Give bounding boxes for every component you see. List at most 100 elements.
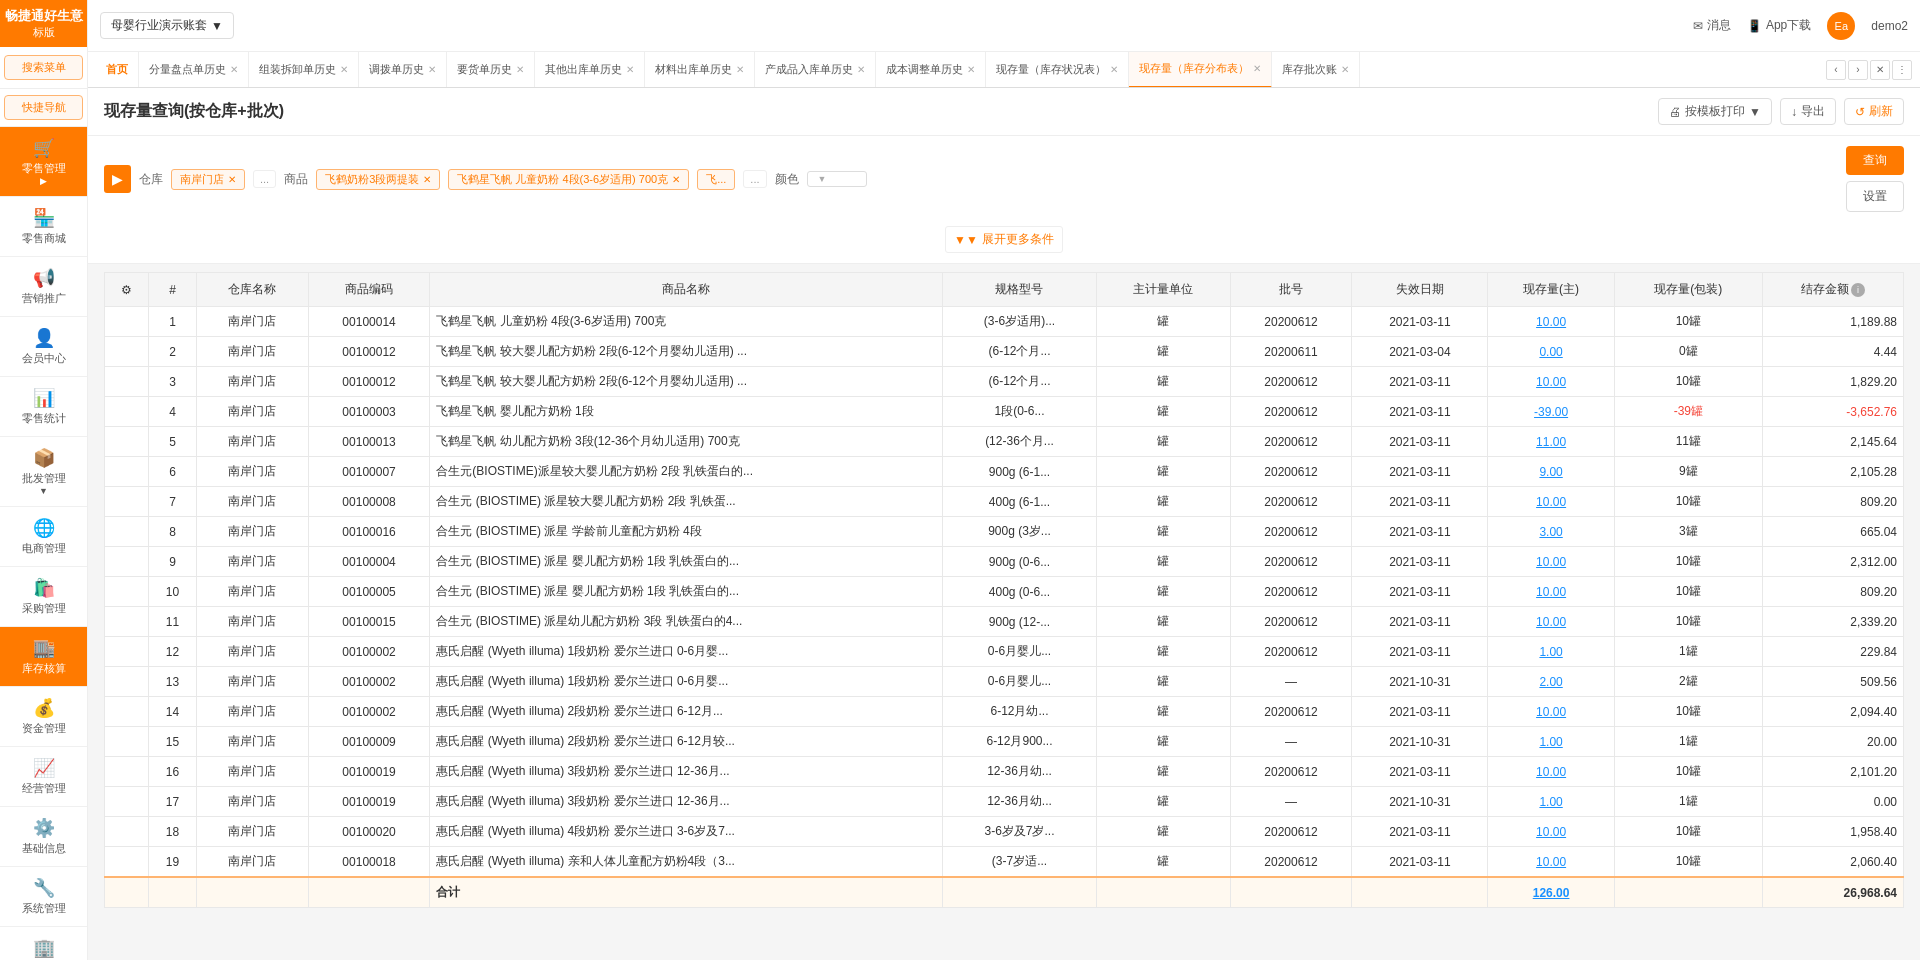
tab-inventory-status[interactable]: 现存量（库存状况表） ✕ bbox=[986, 52, 1129, 88]
row-settings bbox=[105, 517, 149, 547]
row-spec: 900g (12-... bbox=[942, 607, 1096, 637]
tab-request-close-icon[interactable]: ✕ bbox=[516, 64, 524, 75]
row-qty[interactable]: 9.00 bbox=[1488, 457, 1614, 487]
tab-split-close-icon[interactable]: ✕ bbox=[230, 64, 238, 75]
tab-batch-bill-close-icon[interactable]: ✕ bbox=[1341, 64, 1349, 75]
tab-product-in[interactable]: 产成品入库单历史 ✕ bbox=[755, 52, 876, 88]
row-amount: 2,101.20 bbox=[1762, 757, 1903, 787]
row-qty[interactable]: 10.00 bbox=[1488, 607, 1614, 637]
row-qty[interactable]: 10.00 bbox=[1488, 757, 1614, 787]
goods-tag-2-remove-icon[interactable]: ✕ bbox=[672, 174, 680, 185]
tab-inv-status-close-icon[interactable]: ✕ bbox=[1110, 64, 1118, 75]
query-button[interactable]: 查询 bbox=[1846, 146, 1904, 175]
filter-ellipsis[interactable]: ... bbox=[253, 170, 276, 188]
tab-split-inventory[interactable]: 分量盘点单历史 ✕ bbox=[139, 52, 249, 88]
goods-tag-1-remove-icon[interactable]: ✕ bbox=[423, 174, 431, 185]
sidebar-item-operations[interactable]: 📈 经营管理 bbox=[0, 747, 87, 807]
row-qty[interactable]: 10.00 bbox=[1488, 367, 1614, 397]
user-avatar[interactable]: Ea bbox=[1827, 12, 1855, 40]
row-qty[interactable]: 1.00 bbox=[1488, 727, 1614, 757]
quick-nav-button[interactable]: 快捷导航 bbox=[4, 95, 83, 120]
tab-material-close-icon[interactable]: ✕ bbox=[736, 64, 744, 75]
color-select-box[interactable]: ▼ bbox=[807, 171, 867, 187]
row-qty[interactable]: 1.00 bbox=[1488, 787, 1614, 817]
sidebar-item-system[interactable]: 🔧 系统管理 bbox=[0, 867, 87, 927]
export-button[interactable]: ↓ 导出 bbox=[1780, 98, 1836, 125]
row-qty[interactable]: 0.00 bbox=[1488, 337, 1614, 367]
tab-disassemble[interactable]: 组装拆卸单历史 ✕ bbox=[249, 52, 359, 88]
sidebar-item-marketing[interactable]: 📢 营销推广 bbox=[0, 257, 87, 317]
sidebar-item-batch[interactable]: 📦 批发管理 ▼ bbox=[0, 437, 87, 507]
row-qty[interactable]: 10.00 bbox=[1488, 847, 1614, 878]
message-button[interactable]: ✉ 消息 bbox=[1693, 17, 1731, 34]
sidebar-item-retail-shop[interactable]: 🏪 零售商城 bbox=[0, 197, 87, 257]
row-qty[interactable]: 10.00 bbox=[1488, 487, 1614, 517]
tab-other-out[interactable]: 其他出库单历史 ✕ bbox=[535, 52, 645, 88]
print-button[interactable]: 🖨 按模板打印 ▼ bbox=[1658, 98, 1772, 125]
row-qty[interactable]: 10.00 bbox=[1488, 547, 1614, 577]
warehouse-tag-remove-icon[interactable]: ✕ bbox=[228, 174, 236, 185]
row-name: 合生元 (BIOSTIME) 派星幼儿配方奶粉 3段 乳铁蛋白的4... bbox=[430, 607, 942, 637]
tab-home[interactable]: 首页 bbox=[96, 52, 139, 88]
sidebar-item-finance[interactable]: 💰 资金管理 bbox=[0, 687, 87, 747]
goods-ellipsis[interactable]: ... bbox=[743, 170, 766, 188]
warehouse-filter-tag[interactable]: 南岸门店 ✕ bbox=[171, 169, 245, 190]
goods-filter-tag-2[interactable]: 飞鹤星飞帆 儿童奶粉 4段(3-6岁适用) 700克 ✕ bbox=[448, 169, 689, 190]
tab-prev-button[interactable]: ‹ bbox=[1826, 60, 1846, 80]
tab-search-close-icon[interactable]: ✕ bbox=[428, 64, 436, 75]
amount-info-icon[interactable]: i bbox=[1851, 283, 1865, 297]
tab-close-all-button[interactable]: ✕ bbox=[1870, 60, 1890, 80]
row-qty[interactable]: 2.00 bbox=[1488, 667, 1614, 697]
settings-icon[interactable]: ⚙ bbox=[121, 283, 132, 297]
sidebar-item-retail[interactable]: 🛒 零售管理 ▶ bbox=[0, 127, 87, 197]
sidebar-item-enterprise[interactable]: 🏢 企业协同 bbox=[0, 927, 87, 960]
row-pkg: 10罐 bbox=[1614, 607, 1762, 637]
settings-button[interactable]: 设置 bbox=[1846, 181, 1904, 212]
tab-next-button[interactable]: › bbox=[1848, 60, 1868, 80]
expand-more-button[interactable]: ▼▼ 展开更多条件 bbox=[945, 226, 1063, 253]
row-qty[interactable]: 3.00 bbox=[1488, 517, 1614, 547]
row-qty[interactable]: -39.00 bbox=[1488, 397, 1614, 427]
sidebar-item-ecommerce[interactable]: 🌐 电商管理 bbox=[0, 507, 87, 567]
tab-request-order[interactable]: 要货单历史 ✕ bbox=[447, 52, 535, 88]
row-expire: 2021-03-11 bbox=[1352, 757, 1488, 787]
refresh-button[interactable]: ↺ 刷新 bbox=[1844, 98, 1904, 125]
tab-disassemble-close-icon[interactable]: ✕ bbox=[340, 64, 348, 75]
account-dropdown[interactable]: 母婴行业演示账套 ▼ bbox=[100, 12, 234, 39]
tab-menu-button[interactable]: ⋮ bbox=[1892, 60, 1912, 80]
app-download-button[interactable]: 📱 App下载 bbox=[1747, 17, 1811, 34]
row-qty[interactable]: 10.00 bbox=[1488, 577, 1614, 607]
sidebar-item-member[interactable]: 👤 会员中心 bbox=[0, 317, 87, 377]
row-unit: 罐 bbox=[1097, 307, 1231, 337]
sidebar-item-basic[interactable]: ⚙️ 基础信息 bbox=[0, 807, 87, 867]
tab-cost-adjust-label: 成本调整单历史 bbox=[886, 62, 963, 77]
username: demo2 bbox=[1871, 19, 1908, 33]
retail-icon: 🛒 bbox=[33, 137, 55, 159]
row-qty[interactable]: 10.00 bbox=[1488, 817, 1614, 847]
row-qty[interactable]: 1.00 bbox=[1488, 637, 1614, 667]
goods-filter-tag-more[interactable]: 飞... bbox=[697, 169, 735, 190]
tab-product-in-close-icon[interactable]: ✕ bbox=[857, 64, 865, 75]
goods-filter-tag-1[interactable]: 飞鹤奶粉3段两提装 ✕ bbox=[316, 169, 440, 190]
filter-toggle-button[interactable]: ▶ bbox=[104, 165, 131, 193]
row-qty[interactable]: 10.00 bbox=[1488, 697, 1614, 727]
tab-search-order[interactable]: 调拨单历史 ✕ bbox=[359, 52, 447, 88]
print-arrow-icon: ▼ bbox=[1749, 105, 1761, 119]
row-qty[interactable]: 10.00 bbox=[1488, 307, 1614, 337]
tab-inv-dist-close-icon[interactable]: ✕ bbox=[1253, 63, 1261, 74]
tab-other-out-close-icon[interactable]: ✕ bbox=[626, 64, 634, 75]
sidebar-item-purchase[interactable]: 🛍️ 采购管理 bbox=[0, 567, 87, 627]
sidebar-item-inventory[interactable]: 🏬 库存核算 bbox=[0, 627, 87, 687]
row-expire: 2021-03-11 bbox=[1352, 637, 1488, 667]
tab-cost-adjust[interactable]: 成本调整单历史 ✕ bbox=[876, 52, 986, 88]
tab-batch-bill[interactable]: 库存批次账 ✕ bbox=[1272, 52, 1360, 88]
search-menu-button[interactable]: 搜索菜单 bbox=[4, 55, 83, 80]
tab-material-out[interactable]: 材料出库单历史 ✕ bbox=[645, 52, 755, 88]
tab-cost-close-icon[interactable]: ✕ bbox=[967, 64, 975, 75]
row-no: 2 bbox=[148, 337, 196, 367]
row-qty[interactable]: 11.00 bbox=[1488, 427, 1614, 457]
sidebar-item-retail-stats[interactable]: 📊 零售统计 bbox=[0, 377, 87, 437]
tab-inventory-dist[interactable]: 现存量（库存分布表） ✕ bbox=[1129, 52, 1272, 88]
row-batch: 20200612 bbox=[1230, 697, 1352, 727]
table-row: 9 南岸门店 00100004 合生元 (BIOSTIME) 派星 婴儿配方奶粉… bbox=[105, 547, 1904, 577]
